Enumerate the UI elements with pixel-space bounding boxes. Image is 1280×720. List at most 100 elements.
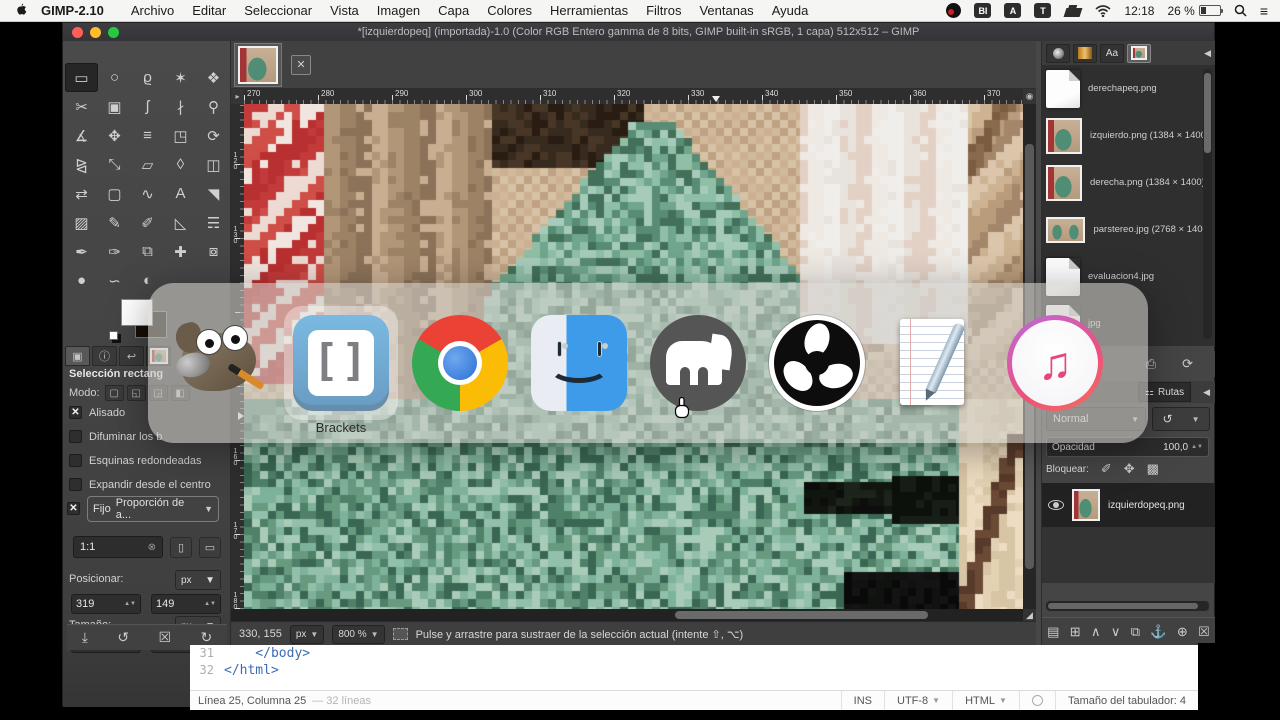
- wifi-icon[interactable]: [1095, 4, 1111, 17]
- checkbox-box[interactable]: [69, 430, 82, 443]
- spotlight-icon[interactable]: [1234, 4, 1247, 17]
- t-icon[interactable]: T: [1034, 3, 1052, 18]
- eraser-tool[interactable]: ◺: [164, 208, 197, 237]
- ink-tool[interactable]: ✒: [65, 237, 98, 266]
- fixed-dropdown[interactable]: Fijo Proporción de a... ▼: [87, 496, 219, 522]
- horizontal-scrollbar[interactable]: [231, 609, 1023, 621]
- save-options-button[interactable]: ⤓: [82, 629, 88, 646]
- paintbrush-tool[interactable]: ✐: [131, 208, 164, 237]
- code-editor[interactable]: 31 </body> 32 </html>: [190, 645, 1198, 690]
- collapse-icon[interactable]: ◀: [1204, 48, 1211, 59]
- default-colors-icon[interactable]: [109, 331, 118, 340]
- code-line[interactable]: 31 </body>: [190, 645, 1198, 662]
- fonts-tab[interactable]: Aa: [1100, 43, 1124, 63]
- clone-tool[interactable]: ⧉: [131, 237, 164, 266]
- spinner-arrows-icon[interactable]: ▲▼: [124, 601, 136, 607]
- menubar-item[interactable]: Ayuda: [763, 3, 818, 18]
- mypaint-brush-tool[interactable]: ✑: [98, 237, 131, 266]
- document-list-scrollbar[interactable]: [1203, 69, 1212, 339]
- collapse-icon[interactable]: ◀: [1203, 387, 1210, 398]
- menubar-item[interactable]: Editar: [183, 3, 235, 18]
- airbrush-tool[interactable]: ☴: [197, 208, 230, 237]
- document-history-item[interactable]: parstereo.jpg (2768 × 1400): [1042, 206, 1215, 253]
- zoom-dropdown[interactable]: 800 % ▼: [332, 624, 385, 644]
- close-image-icon[interactable]: ✕: [291, 54, 311, 75]
- blur-tool[interactable]: ●: [65, 266, 98, 295]
- mode-add-button[interactable]: ◱: [126, 385, 146, 401]
- menubar-item[interactable]: Colores: [478, 3, 541, 18]
- scrollbar-thumb[interactable]: [674, 611, 928, 619]
- spinner-arrows-icon[interactable]: ▲▼: [1191, 444, 1203, 450]
- document-history-tab[interactable]: [1127, 43, 1151, 63]
- align-tool[interactable]: ≡: [131, 121, 164, 150]
- free-select-tool[interactable]: ϱ: [131, 63, 164, 92]
- document-history-item[interactable]: izquierdo.png (1384 × 1400): [1042, 112, 1215, 159]
- scissors-select-tool[interactable]: ✂: [65, 92, 98, 121]
- merge-down-button[interactable]: ⊕: [1177, 624, 1188, 640]
- device-status-tab[interactable]: ⓘ: [92, 346, 117, 366]
- chrome-app-icon[interactable]: [412, 315, 508, 411]
- gimp-titlebar[interactable]: *[izquierdopeq] (importada)-1.0 (Color R…: [63, 23, 1214, 41]
- rectangle-select-tool[interactable]: ▭: [65, 63, 98, 92]
- document-history-item[interactable]: derechapeq.png: [1042, 65, 1215, 112]
- rotate-tool[interactable]: ⧎: [65, 150, 98, 179]
- zoom-tool[interactable]: ⚲: [197, 92, 230, 121]
- menubar-item[interactable]: Archivo: [122, 3, 183, 18]
- color-picker-tool[interactable]: ∤: [164, 92, 197, 121]
- menubar-clock[interactable]: 12:18: [1124, 4, 1154, 18]
- position-unit-dropdown[interactable]: px ▼: [175, 570, 221, 590]
- unit-dropdown[interactable]: px ▼: [289, 624, 325, 644]
- smudge-tool[interactable]: ∽: [98, 266, 131, 295]
- obs-app-icon[interactable]: [769, 315, 865, 411]
- encoding-dropdown[interactable]: UTF-8 ▼: [884, 691, 952, 710]
- crop-tool[interactable]: ◳: [164, 121, 197, 150]
- zoom-follow-button[interactable]: ◉: [1023, 89, 1036, 104]
- mamp-app-icon[interactable]: [650, 315, 746, 411]
- insert-mode-indicator[interactable]: INS: [840, 691, 884, 710]
- menubar-app-name[interactable]: GIMP-2.10: [41, 3, 104, 18]
- warp-transform-tool[interactable]: ∿: [131, 179, 164, 208]
- open-image-tab[interactable]: [234, 42, 282, 87]
- brushes-tab[interactable]: [1046, 43, 1070, 63]
- obs-status-icon[interactable]: [946, 3, 962, 18]
- ruler-corner-button[interactable]: ▸: [231, 89, 244, 104]
- language-dropdown[interactable]: HTML ▼: [952, 691, 1019, 710]
- navigation-button[interactable]: ◢: [1023, 609, 1036, 621]
- adobe-icon[interactable]: A: [1004, 3, 1022, 18]
- menubar-item[interactable]: Imagen: [368, 3, 429, 18]
- aspect-ratio-input[interactable]: 1:1 ⊗: [73, 536, 163, 558]
- antialias-checkbox[interactable]: ✕ Alisado: [69, 406, 125, 419]
- undo-history-tab[interactable]: ↩: [119, 346, 144, 366]
- rounded-corners-checkbox[interactable]: Esquinas redondeadas: [69, 454, 202, 467]
- scrollbar-thumb[interactable]: [1204, 73, 1211, 153]
- finder-app-icon[interactable]: [531, 315, 627, 411]
- pencil-tool[interactable]: ✎: [98, 208, 131, 237]
- perspective-clone-tool[interactable]: ⧇: [197, 237, 230, 266]
- scale-tool[interactable]: ⤡: [98, 150, 131, 179]
- flip-tool[interactable]: ⇄: [65, 179, 98, 208]
- reset-options-button[interactable]: ↻: [201, 629, 213, 646]
- tool-options-tab[interactable]: ▣: [65, 346, 90, 366]
- move-tool[interactable]: ✥: [98, 121, 131, 150]
- cage-transform-tool[interactable]: ▢: [98, 179, 131, 208]
- perspective-tool[interactable]: ◊: [164, 150, 197, 179]
- checkbox-box[interactable]: ✕: [69, 406, 82, 419]
- bi-icon[interactable]: BI: [974, 3, 992, 18]
- restore-options-button[interactable]: ↺: [117, 629, 129, 646]
- checkbox-box[interactable]: [69, 478, 82, 491]
- menubar-item[interactable]: Ventanas: [690, 3, 762, 18]
- position-x-spinner[interactable]: 319 ▲▼: [71, 594, 141, 614]
- menubar-item[interactable]: Herramientas: [541, 3, 637, 18]
- checkbox-box[interactable]: [69, 454, 82, 467]
- expand-from-center-checkbox[interactable]: Expandir desde el centro: [69, 478, 211, 491]
- lock-position-icon[interactable]: ✥: [1124, 461, 1135, 477]
- fixed-checkbox[interactable]: ✕: [67, 502, 80, 515]
- itunes-app-icon[interactable]: ♫: [1007, 315, 1103, 411]
- mode-replace-button[interactable]: ▢: [104, 385, 124, 401]
- measure-tool[interactable]: ∡: [65, 121, 98, 150]
- gradients-tab[interactable]: [1073, 43, 1097, 63]
- lint-status-icon[interactable]: [1018, 691, 1055, 710]
- tab-size-setting[interactable]: Tamaño del tabulador: 4: [1054, 691, 1198, 710]
- 3d-transform-tool[interactable]: ◫: [197, 150, 230, 179]
- paths-tool[interactable]: ʃ: [131, 92, 164, 121]
